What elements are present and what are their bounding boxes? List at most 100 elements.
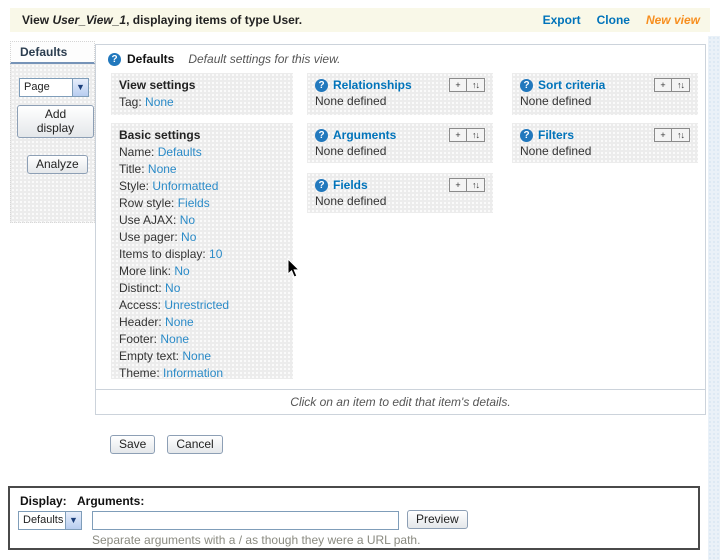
display-type-value: Page <box>24 81 50 93</box>
bucket-empty-text: None defined <box>315 94 387 108</box>
setting-value-link[interactable]: None <box>160 332 189 346</box>
setting-value-link[interactable]: Information <box>163 366 223 380</box>
chevron-down-icon: ▼ <box>72 79 88 96</box>
setting-value-link[interactable]: None <box>148 162 177 176</box>
setting-item: Empty text: None <box>119 348 285 365</box>
add-icon[interactable]: + <box>449 178 467 192</box>
arguments-label: Arguments: <box>77 494 145 508</box>
relationships-link[interactable]: Relationships <box>333 78 412 92</box>
bucket-ops: + ↑↓ <box>449 78 485 92</box>
setting-item: Use pager: No <box>119 229 285 246</box>
setting-label: Access: <box>119 298 162 312</box>
help-icon[interactable]: ? <box>108 52 121 66</box>
bucket-empty-text: None defined <box>315 194 387 208</box>
setting-item: Tag: None <box>119 94 285 111</box>
preview-display-select[interactable]: Defaults ▼ <box>18 511 82 530</box>
view-settings-list: Tag: None <box>119 94 285 111</box>
arguments-bucket: ? Arguments + ↑↓ None defined <box>307 123 493 163</box>
setting-value-link[interactable]: Unformatted <box>152 179 218 193</box>
setting-item: Style: Unformatted <box>119 178 285 195</box>
bucket-header: ? Relationships + ↑↓ <box>315 78 485 92</box>
help-icon[interactable]: ? <box>315 78 328 92</box>
preview-button[interactable]: Preview <box>407 510 468 529</box>
section-title: Defaults <box>127 52 175 66</box>
setting-label: Style: <box>119 179 150 193</box>
page-title: View User_View_1, displaying items of ty… <box>22 13 302 27</box>
help-icon[interactable]: ? <box>520 128 533 142</box>
sort-criteria-link[interactable]: Sort criteria <box>538 78 605 92</box>
add-icon[interactable]: + <box>654 78 672 92</box>
bucket-ops: + ↑↓ <box>654 78 690 92</box>
form-actions: Save Cancel <box>110 435 223 454</box>
setting-value-link[interactable]: None <box>145 95 174 109</box>
display-sidebar: Page ▼ Add display Analyze <box>10 64 95 223</box>
display-label: Display: <box>20 494 67 508</box>
chevron-down-icon: ▼ <box>65 512 81 529</box>
fields-link[interactable]: Fields <box>333 178 368 192</box>
view-editor-panel: ? Defaults Default settings for this vie… <box>95 44 706 415</box>
setting-item: Distinct: No <box>119 280 285 297</box>
setting-value-link[interactable]: None <box>165 315 194 329</box>
filters-bucket: ? Filters + ↑↓ None defined <box>512 123 698 163</box>
bucket-header: ? Sort criteria + ↑↓ <box>520 78 690 92</box>
export-link[interactable]: Export <box>543 13 581 27</box>
page-title-prefix: View <box>22 13 53 27</box>
setting-label: Empty text: <box>119 349 180 363</box>
setting-value-link[interactable]: None <box>182 349 211 363</box>
display-type-select[interactable]: Page ▼ <box>19 78 89 97</box>
add-display-button[interactable]: Add display <box>17 105 94 138</box>
setting-item: Header: None <box>119 314 285 331</box>
clone-link[interactable]: Clone <box>597 13 630 27</box>
setting-value-link[interactable]: Fields <box>178 196 210 210</box>
view-settings-box: View settings Tag: None <box>111 73 293 115</box>
add-icon[interactable]: + <box>654 128 672 142</box>
bucket-header: ? Fields + ↑↓ <box>315 178 485 192</box>
save-button[interactable]: Save <box>110 435 156 454</box>
help-icon[interactable]: ? <box>315 178 328 192</box>
help-icon[interactable]: ? <box>520 78 533 92</box>
setting-value-link[interactable]: Defaults <box>158 145 202 159</box>
help-icon[interactable]: ? <box>315 128 328 142</box>
add-icon[interactable]: + <box>449 128 467 142</box>
cancel-button[interactable]: Cancel <box>167 435 223 454</box>
setting-item: Theme: Information <box>119 365 285 382</box>
panel-header: ? Defaults Default settings for this vie… <box>108 52 340 66</box>
basic-settings-list: Name: Defaults Title: None Style: Unform… <box>119 144 285 382</box>
arguments-help-text: Separate arguments with a / as though th… <box>92 533 421 547</box>
bucket-empty-text: None defined <box>520 94 592 108</box>
setting-label: Name: <box>119 145 155 159</box>
bucket-header: ? Filters + ↑↓ <box>520 128 690 142</box>
setting-item: Title: None <box>119 161 285 178</box>
arguments-link[interactable]: Arguments <box>333 128 396 142</box>
rearrange-icon[interactable]: ↑↓ <box>467 128 485 142</box>
setting-label: Use pager: <box>119 230 178 244</box>
setting-label: Tag: <box>119 95 142 109</box>
rearrange-icon[interactable]: ↑↓ <box>672 78 690 92</box>
setting-value-link[interactable]: Unrestricted <box>164 298 229 312</box>
view-name: User_View_1 <box>52 13 127 27</box>
bucket-ops: + ↑↓ <box>654 128 690 142</box>
new-view-link[interactable]: New view <box>646 13 700 27</box>
arguments-input[interactable] <box>92 511 399 530</box>
setting-value-link[interactable]: No <box>180 213 195 227</box>
tab-defaults[interactable]: Defaults <box>10 41 95 64</box>
setting-value-link[interactable]: No <box>165 281 180 295</box>
setting-label: More link: <box>119 264 172 278</box>
filters-link[interactable]: Filters <box>538 128 574 142</box>
rearrange-icon[interactable]: ↑↓ <box>467 78 485 92</box>
setting-item: More link: No <box>119 263 285 280</box>
sort-criteria-bucket: ? Sort criteria + ↑↓ None defined <box>512 73 698 115</box>
setting-value-link[interactable]: No <box>181 230 196 244</box>
analyze-button[interactable]: Analyze <box>27 155 88 174</box>
rearrange-icon[interactable]: ↑↓ <box>672 128 690 142</box>
setting-item: Row style: Fields <box>119 195 285 212</box>
fields-bucket: ? Fields + ↑↓ None defined <box>307 173 493 213</box>
rearrange-icon[interactable]: ↑↓ <box>467 178 485 192</box>
setting-value-link[interactable]: No <box>174 264 189 278</box>
setting-label: Footer: <box>119 332 158 346</box>
basic-settings-box: Basic settings Name: Defaults Title: Non… <box>111 123 293 382</box>
setting-value-link[interactable]: 10 <box>209 247 222 261</box>
setting-label: Items to display: <box>119 247 206 261</box>
section-description: Default settings for this view. <box>188 52 341 66</box>
add-icon[interactable]: + <box>449 78 467 92</box>
